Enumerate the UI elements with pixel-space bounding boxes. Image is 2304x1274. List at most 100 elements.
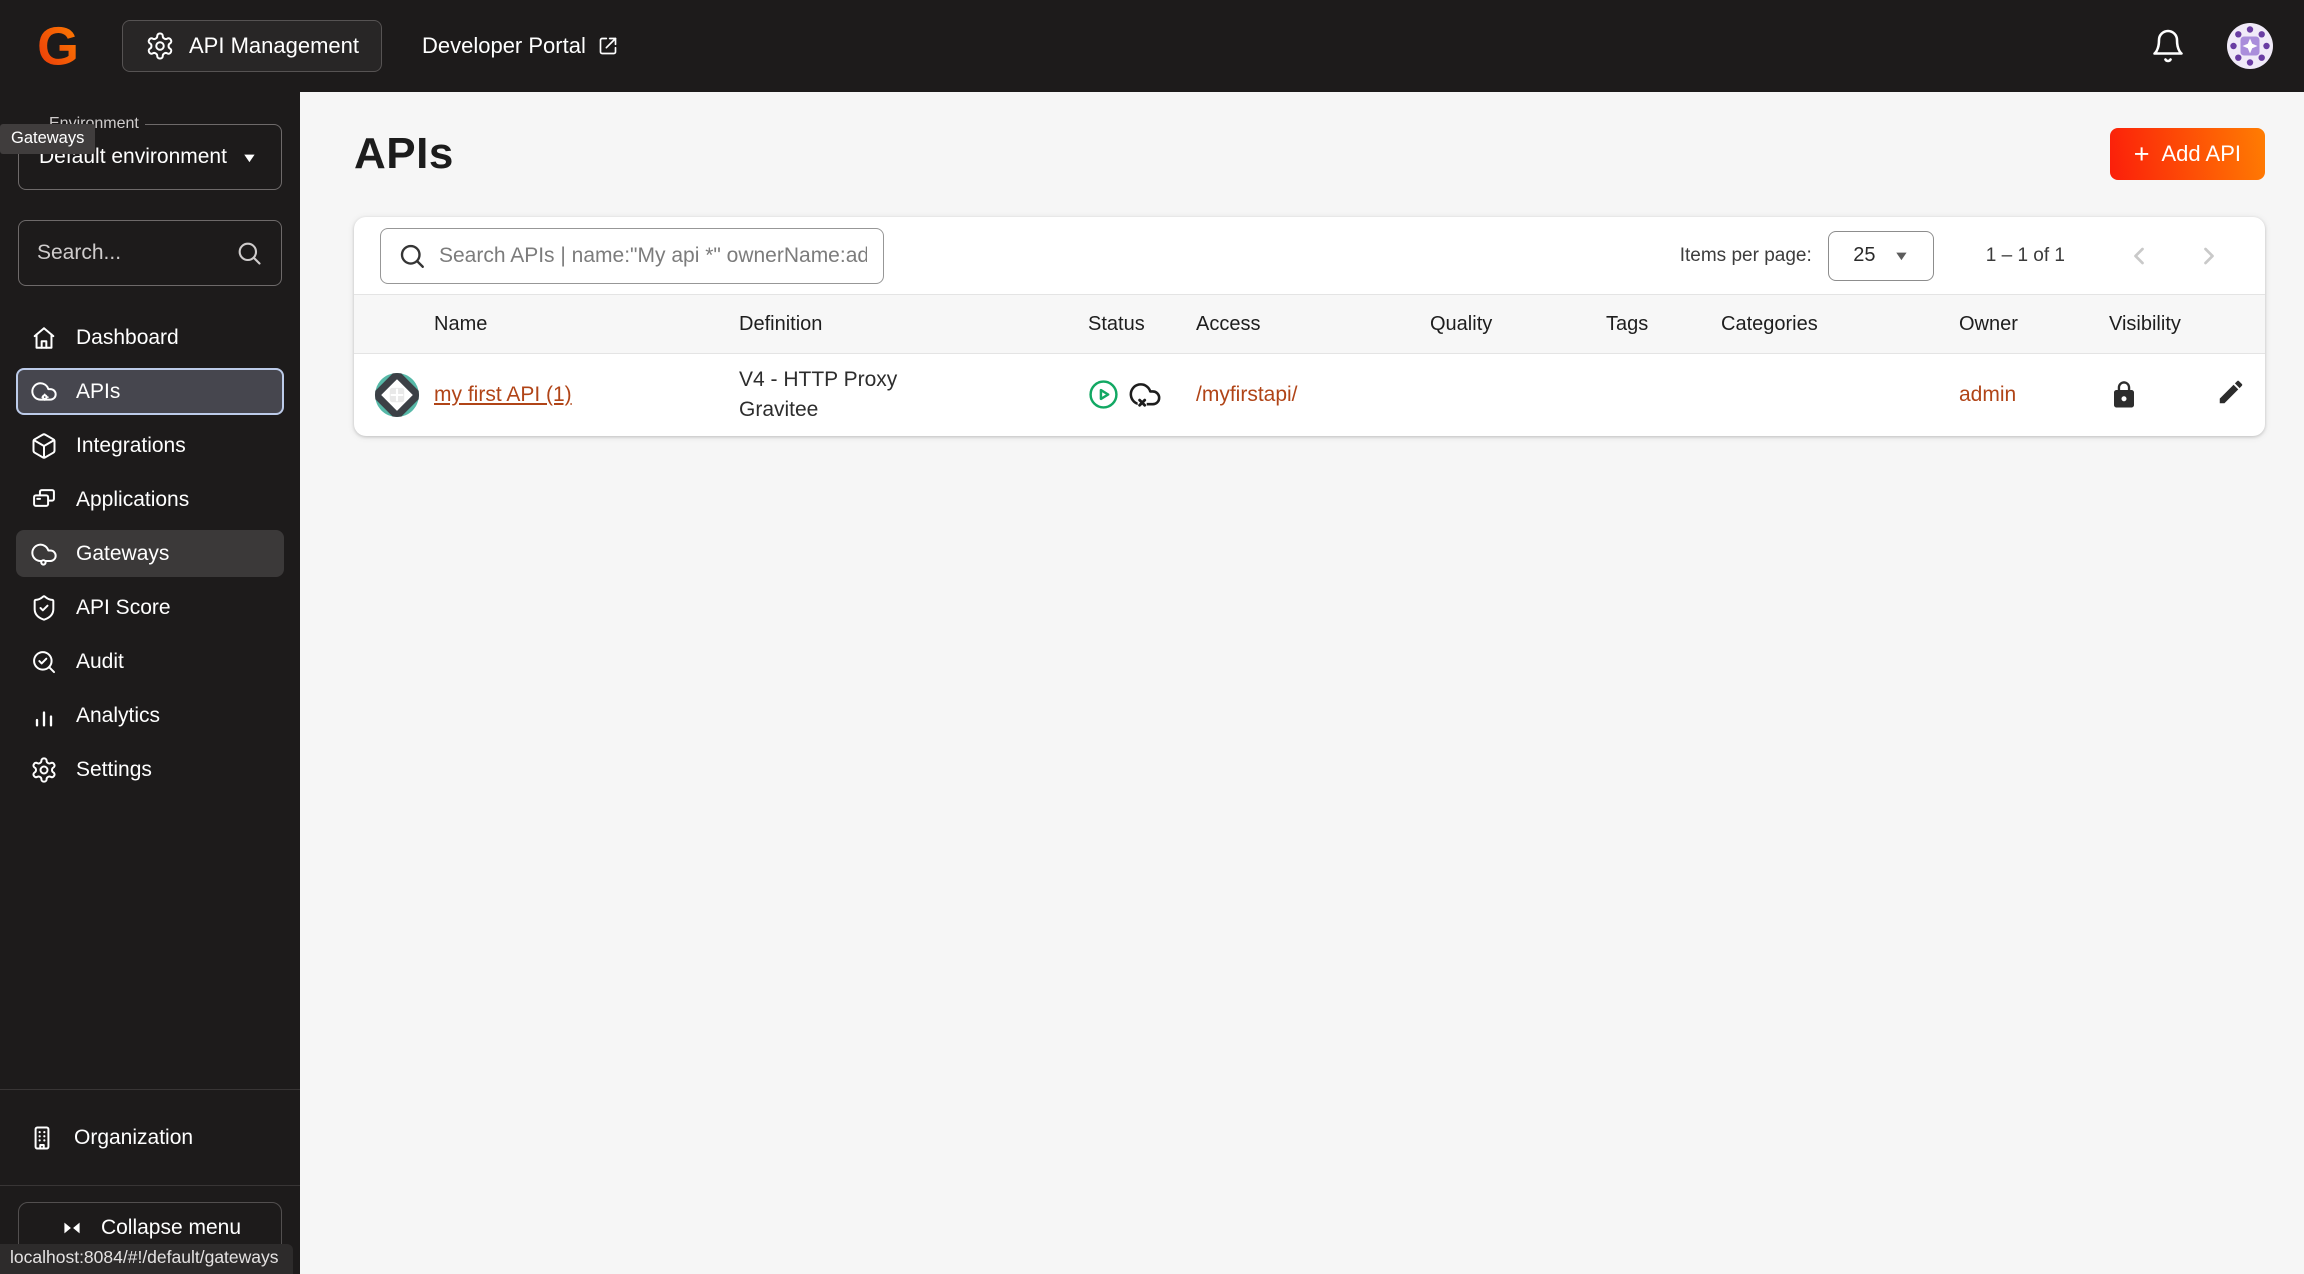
api-management-label: API Management (189, 33, 359, 58)
items-per-page-label: Items per page: (1679, 244, 1812, 266)
caret-down-icon: ▼ (1893, 248, 1911, 263)
definition-line-1: V4 - HTTP Proxy (739, 367, 898, 391)
edit-pencil-icon[interactable] (2216, 377, 2246, 407)
top-bar: G API Management Developer Portal (0, 0, 2304, 92)
col-header-categories: Categories (1709, 294, 1947, 354)
chevron-left-icon[interactable] (2125, 242, 2153, 270)
gateways-tooltip: Gateways (0, 124, 96, 154)
external-link-icon (598, 36, 618, 56)
sidebar-item-label: Audit (76, 649, 124, 673)
sidebar-nav: Dashboard APIs Integrations Applications… (0, 314, 300, 793)
search-icon (397, 241, 427, 271)
col-header-owner: Owner (1947, 294, 2097, 354)
building-icon (28, 1124, 56, 1152)
api-name-link[interactable]: my first API (1) (434, 383, 572, 407)
chevron-right-icon[interactable] (2195, 242, 2223, 270)
sidebar-item-label: APIs (76, 379, 121, 403)
collapse-arrows-icon (59, 1215, 85, 1241)
package-icon (30, 432, 58, 460)
sidebar-item-analytics[interactable]: Analytics (16, 692, 284, 739)
add-api-label: Add API (2161, 141, 2241, 166)
col-header-status: Status (1076, 294, 1184, 354)
sidebar-item-label: Applications (76, 487, 190, 511)
api-name-cell: my first API (1) (366, 372, 719, 418)
sidebar-search[interactable] (18, 220, 282, 286)
shield-check-icon (30, 594, 58, 622)
developer-portal-link[interactable]: Developer Portal (422, 33, 618, 59)
organization-label: Organization (74, 1125, 194, 1149)
api-access-link[interactable]: /myfirstapi/ (1196, 383, 1298, 406)
api-not-synced-icon (1128, 378, 1162, 412)
sidebar-item-audit[interactable]: Audit (16, 638, 284, 685)
owner-link[interactable]: admin (1959, 383, 2016, 406)
api-avatar (374, 372, 420, 418)
col-header-actions (2204, 294, 2265, 354)
search-check-icon (30, 648, 58, 676)
sidebar-item-integrations[interactable]: Integrations (16, 422, 284, 469)
sidebar-item-label: API Score (76, 595, 171, 619)
api-search-input[interactable] (439, 243, 867, 268)
sidebar-item-label: Dashboard (76, 325, 179, 349)
app-screen: G API Management Developer Portal Enviro… (0, 0, 2304, 1274)
sidebar-divider (0, 1185, 300, 1186)
items-per-page-value: 25 (1853, 244, 1876, 266)
pagination-controls: Items per page: 25 ▼ 1 – 1 of 1 (1679, 230, 2239, 281)
cloud-gear-icon (30, 378, 58, 406)
tags-cell (1594, 354, 1709, 436)
browser-status-url: localhost:8084/#!/default/gateways (0, 1244, 293, 1274)
sidebar-search-input[interactable] (37, 241, 225, 265)
topbar-right (2150, 22, 2274, 70)
sidebar-item-dashboard[interactable]: Dashboard (16, 314, 284, 361)
sidebar-item-label: Analytics (76, 703, 161, 727)
gear-icon (30, 756, 58, 784)
caret-down-icon: ▼ (240, 149, 259, 165)
sidebar-item-organization[interactable]: Organization (0, 1114, 300, 1161)
sidebar-item-settings[interactable]: Settings (16, 746, 284, 793)
notifications-bell-icon[interactable] (2150, 28, 2186, 64)
main-content: APIs + Add API Items per page: (300, 92, 2304, 1274)
status-cell (1088, 378, 1176, 412)
status-url-text: localhost:8084/#!/default/gateways (10, 1247, 279, 1267)
apim-gear-icon (145, 31, 175, 61)
table-row: my first API (1) V4 - HTTP Proxy Gravite… (354, 354, 2265, 436)
sidebar-divider (0, 1089, 300, 1090)
sidebar-item-label: Settings (76, 757, 152, 781)
col-header-quality: Quality (1418, 294, 1594, 354)
col-header-definition: Definition (727, 294, 1076, 354)
sidebar: Environment Default environment ▼ Dashbo… (0, 92, 300, 1274)
definition-line-2: Gravitee (739, 397, 819, 421)
table-header-row: Name Definition Status Access Quality Ta… (354, 294, 2265, 354)
col-header-access: Access (1184, 294, 1418, 354)
sidebar-item-apis[interactable]: APIs (16, 368, 284, 415)
pager (2125, 242, 2239, 270)
pagination-range: 1 – 1 of 1 (1985, 244, 2065, 266)
gravitee-logo-icon[interactable]: G (30, 18, 86, 74)
sidebar-item-api-score[interactable]: API Score (16, 584, 284, 631)
developer-portal-label: Developer Portal (421, 33, 586, 58)
sidebar-item-label: Integrations (76, 433, 186, 457)
apis-toolbar: Items per page: 25 ▼ 1 – 1 of 1 (354, 217, 2265, 294)
gateways-tooltip-label: Gateways (11, 129, 85, 147)
col-header-visibility: Visibility (2097, 294, 2204, 354)
add-api-button[interactable]: + Add API (2109, 128, 2265, 180)
sidebar-item-label: Gateways (76, 541, 170, 565)
app-windows-icon (30, 486, 58, 514)
categories-cell (1709, 354, 1947, 436)
private-lock-icon (2109, 380, 2196, 410)
sidebar-item-applications[interactable]: Applications (16, 476, 284, 523)
items-per-page-select[interactable]: 25 ▼ (1827, 230, 1934, 281)
svg-text:G: G (37, 18, 79, 74)
bar-chart-icon (30, 702, 58, 730)
apis-card: Items per page: 25 ▼ 1 – 1 of 1 (354, 217, 2265, 436)
cloud-gateway-icon (30, 540, 58, 568)
user-avatar[interactable] (2226, 22, 2274, 70)
api-search-box[interactable] (380, 227, 884, 284)
api-management-button[interactable]: API Management (122, 20, 382, 72)
search-icon (235, 239, 263, 267)
api-started-icon (1088, 379, 1119, 410)
plus-icon: + (2133, 138, 2150, 169)
col-header-tags: Tags (1594, 294, 1709, 354)
sidebar-item-gateways[interactable]: Gateways (16, 530, 284, 577)
col-header-name: Name (354, 294, 727, 354)
